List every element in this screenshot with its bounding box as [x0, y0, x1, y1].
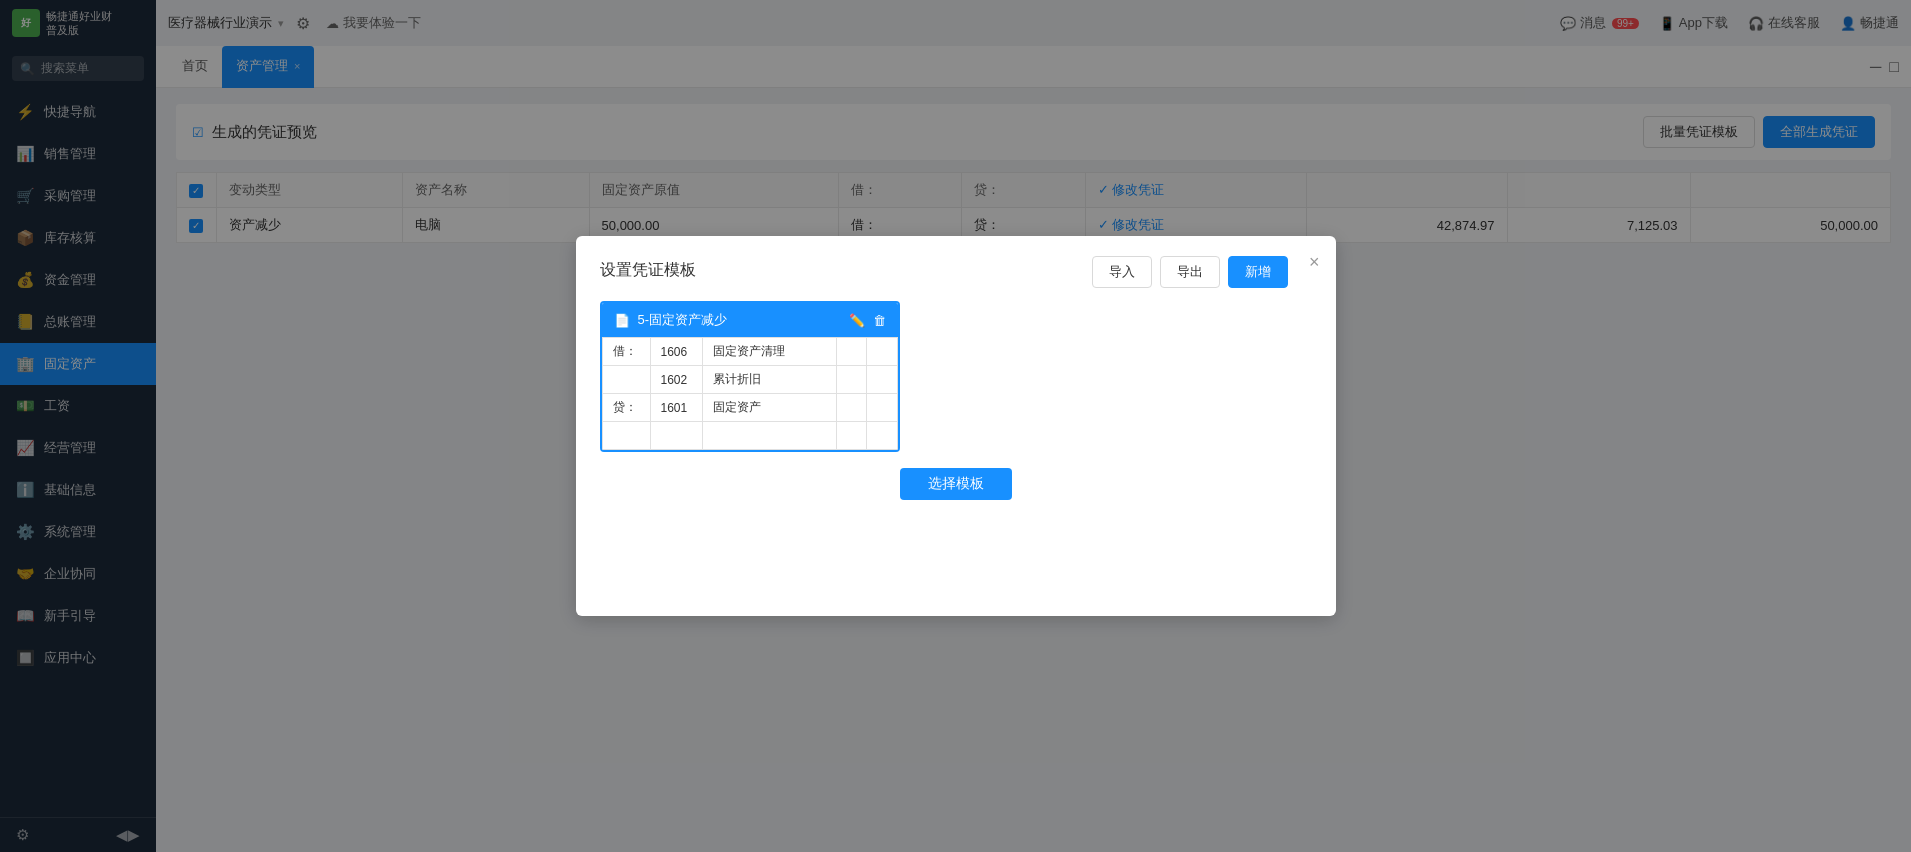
row2-type: [602, 366, 650, 394]
new-btn[interactable]: 新增: [1228, 256, 1288, 288]
row3-col4: [867, 394, 897, 422]
template-edit-icon[interactable]: ✏️: [849, 313, 865, 328]
row4-code: [650, 422, 702, 450]
content-area: 首页 资产管理 × ─ □ ☑: [156, 46, 1911, 852]
template-card: 📄 5-固定资产减少 ✏️ 🗑: [600, 301, 900, 452]
row3-col3: [836, 394, 866, 422]
modal-top-actions: 导入 导出 新增: [1092, 256, 1288, 288]
page-content: ☑ 生成的凭证预览 批量凭证模板 全部生成凭证: [156, 88, 1911, 852]
row2-col4: [867, 366, 897, 394]
template-header-left: 📄 5-固定资产减少: [614, 311, 728, 329]
row3-code: 1601: [650, 394, 702, 422]
template-table: 借： 1606 固定资产清理 1602: [602, 337, 898, 450]
modal-dialog: 设置凭证模板 导入 导出 新增 ×: [576, 236, 1336, 616]
row1-code: 1606: [650, 338, 702, 366]
row2-code: 1602: [650, 366, 702, 394]
template-name: 5-固定资产减少: [638, 311, 728, 329]
modal-overlay: 设置凭证模板 导入 导出 新增 ×: [156, 88, 1911, 852]
row1-col4: [867, 338, 897, 366]
row4-type: [602, 422, 650, 450]
import-btn[interactable]: 导入: [1092, 256, 1152, 288]
row2-account: 累计折旧: [702, 366, 836, 394]
template-doc-icon: 📄: [614, 313, 630, 328]
row3-account: 固定资产: [702, 394, 836, 422]
template-header-actions: ✏️ 🗑: [849, 313, 886, 328]
row4-col3: [836, 422, 866, 450]
row1-col3: [836, 338, 866, 366]
row4-account: [702, 422, 836, 450]
template-row-4: [602, 422, 897, 450]
template-card-header: 📄 5-固定资产减少 ✏️ 🗑: [602, 303, 898, 337]
export-btn[interactable]: 导出: [1160, 256, 1220, 288]
template-row-1: 借： 1606 固定资产清理: [602, 338, 897, 366]
row1-type: 借：: [602, 338, 650, 366]
row3-type: 贷：: [602, 394, 650, 422]
modal-close-btn[interactable]: ×: [1309, 252, 1320, 273]
select-template-btn[interactable]: 选择模板: [900, 468, 1012, 500]
template-delete-icon[interactable]: 🗑: [873, 313, 886, 328]
row1-account: 固定资产清理: [702, 338, 836, 366]
template-card-body: 借： 1606 固定资产清理 1602: [602, 337, 898, 450]
template-row-2: 1602 累计折旧: [602, 366, 897, 394]
row2-col3: [836, 366, 866, 394]
row4-col4: [867, 422, 897, 450]
template-row-3: 贷： 1601 固定资产: [602, 394, 897, 422]
